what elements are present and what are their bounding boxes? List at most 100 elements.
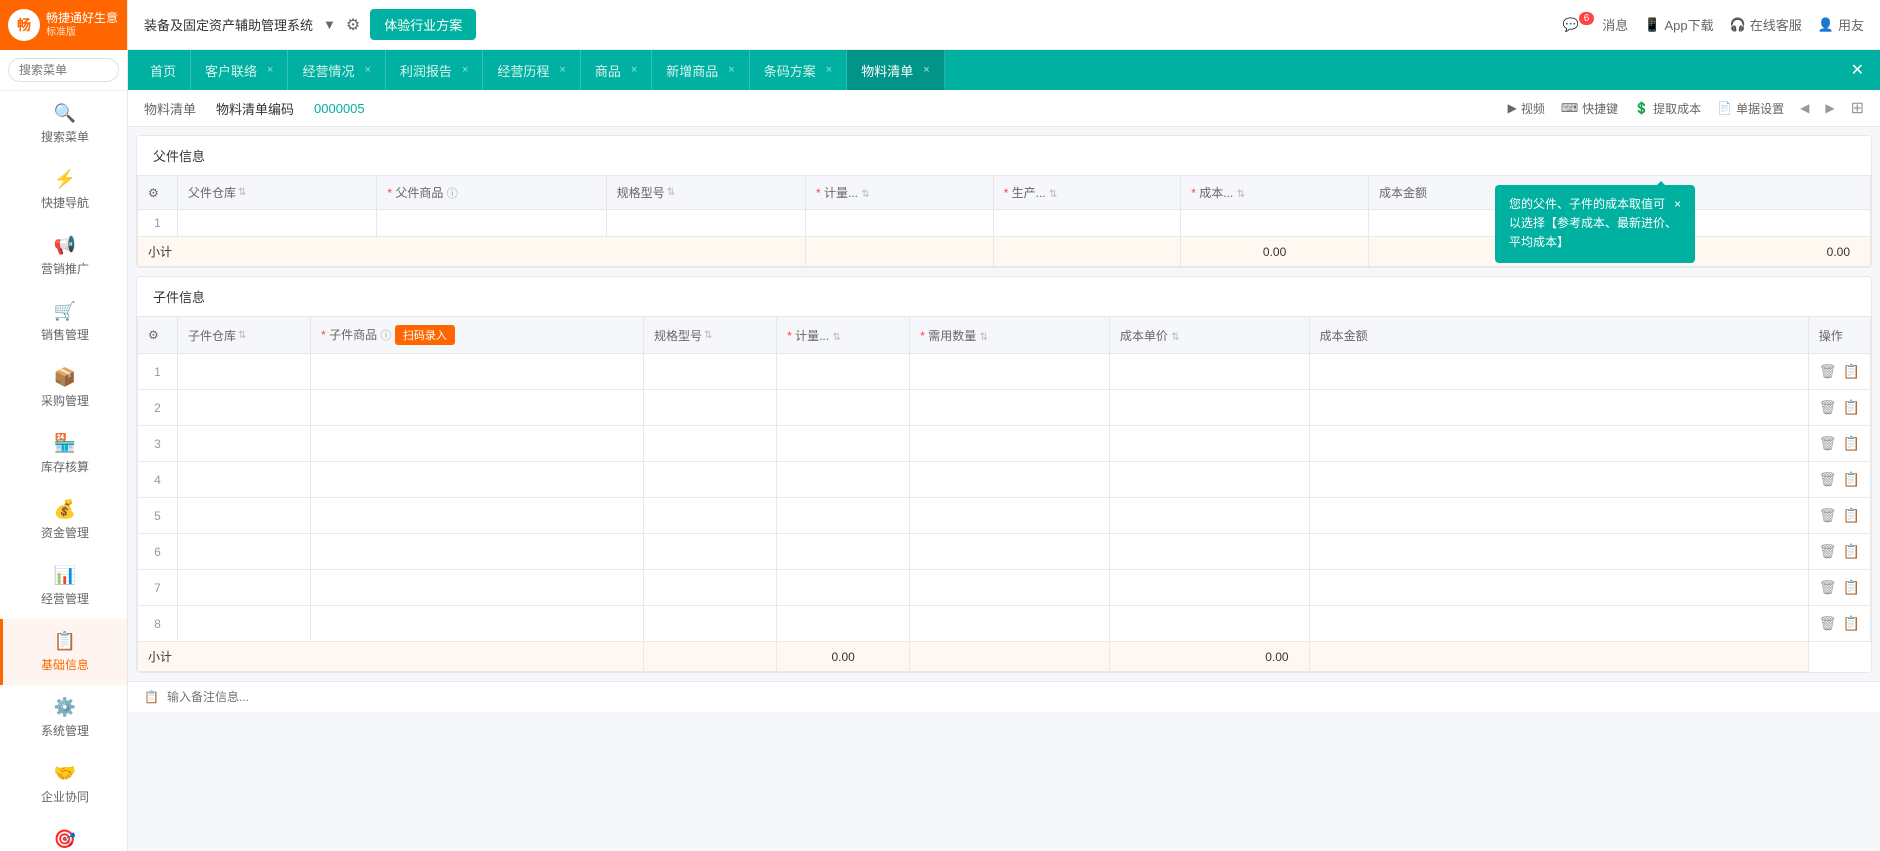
tab-profit[interactable]: 利润报告 ×	[386, 50, 483, 90]
child-row-unit[interactable]	[777, 462, 910, 498]
child-row-unit[interactable]	[777, 426, 910, 462]
notes-input[interactable]	[167, 690, 1864, 704]
sidebar-item-finance[interactable]: 💰 资金管理	[0, 487, 127, 553]
extract-cost-button[interactable]: 💲 提取成本	[1634, 100, 1701, 117]
child-row-warehouse[interactable]	[178, 606, 311, 642]
child-row-warehouse[interactable]	[178, 354, 311, 390]
child-row-unit[interactable]	[777, 498, 910, 534]
tab-bom[interactable]: 物料清单 ×	[847, 50, 944, 90]
child-row-unit[interactable]	[777, 390, 910, 426]
child-row-unit-cost[interactable]	[1109, 606, 1309, 642]
tab-barcode[interactable]: 条码方案 ×	[750, 50, 847, 90]
copy-icon[interactable]: 📋	[1843, 579, 1860, 596]
parent-row-unit[interactable]	[805, 210, 993, 237]
tab-close-barcode[interactable]: ×	[826, 64, 832, 76]
child-row-unit[interactable]	[777, 570, 910, 606]
tab-close-customers[interactable]: ×	[267, 64, 273, 76]
dropdown-icon[interactable]: ▼	[323, 17, 336, 32]
child-row-amount[interactable]	[1309, 462, 1808, 498]
message-button[interactable]: 💬 6 消息	[1563, 15, 1629, 34]
child-row-unit-cost[interactable]	[1109, 354, 1309, 390]
child-row-spec[interactable]	[643, 498, 776, 534]
child-row-qty[interactable]	[910, 498, 1110, 534]
child-row-amount[interactable]	[1309, 390, 1808, 426]
app-download-button[interactable]: 📱 App下载	[1644, 15, 1713, 34]
child-row-amount[interactable]	[1309, 606, 1808, 642]
child-row-spec[interactable]	[643, 462, 776, 498]
child-row-product[interactable]	[311, 570, 644, 606]
child-row-unit[interactable]	[777, 354, 910, 390]
tab-close-new-products[interactable]: ×	[728, 64, 734, 76]
child-row-warehouse[interactable]	[178, 498, 311, 534]
tab-close-history[interactable]: ×	[559, 64, 565, 76]
copy-icon[interactable]: 📋	[1843, 435, 1860, 452]
child-row-warehouse[interactable]	[178, 426, 311, 462]
child-row-qty[interactable]	[910, 426, 1110, 462]
child-row-qty[interactable]	[910, 570, 1110, 606]
child-row-product[interactable]	[311, 354, 644, 390]
child-row-product[interactable]	[311, 390, 644, 426]
child-table-settings-col[interactable]: ⚙	[138, 317, 178, 354]
child-row-qty[interactable]	[910, 534, 1110, 570]
sidebar-item-purchase[interactable]: 📦 采购管理	[0, 355, 127, 421]
sidebar-item-marketing[interactable]: 📢 营销推广	[0, 223, 127, 289]
child-row-amount[interactable]	[1309, 570, 1808, 606]
parent-table-settings-col[interactable]: ⚙	[138, 176, 178, 210]
video-button[interactable]: ▶ 视频	[1508, 100, 1545, 117]
parent-row-production[interactable]	[993, 210, 1181, 237]
child-row-amount[interactable]	[1309, 426, 1808, 462]
tab-products[interactable]: 商品 ×	[581, 50, 652, 90]
tab-close-bom[interactable]: ×	[923, 64, 929, 76]
copy-icon[interactable]: 📋	[1843, 543, 1860, 560]
child-row-unit-cost[interactable]	[1109, 462, 1309, 498]
delete-icon[interactable]: 🗑	[1819, 471, 1837, 488]
child-row-unit[interactable]	[777, 606, 910, 642]
child-row-unit-cost[interactable]	[1109, 390, 1309, 426]
parent-row-warehouse[interactable]	[178, 210, 377, 237]
parent-row-cost[interactable]	[1181, 210, 1369, 237]
child-row-spec[interactable]	[643, 534, 776, 570]
child-row-unit-cost[interactable]	[1109, 498, 1309, 534]
tab-new-products[interactable]: 新增商品 ×	[652, 50, 749, 90]
tab-operations[interactable]: 经营情况 ×	[288, 50, 385, 90]
sidebar-item-search[interactable]: 🔍 搜索菜单	[0, 91, 127, 157]
child-row-product[interactable]	[311, 534, 644, 570]
sidebar-item-sales[interactable]: 🛒 销售管理	[0, 289, 127, 355]
child-row-spec[interactable]	[643, 426, 776, 462]
sidebar-item-enterprise[interactable]: 🤝 企业协同	[0, 751, 127, 817]
child-row-spec[interactable]	[643, 390, 776, 426]
sidebar-item-guide[interactable]: 🎯 新手引导	[0, 817, 127, 851]
child-row-unit-cost[interactable]	[1109, 534, 1309, 570]
delete-icon[interactable]: 🗑	[1819, 507, 1837, 524]
child-row-spec[interactable]	[643, 354, 776, 390]
tab-home[interactable]: 首页	[136, 50, 191, 90]
sidebar-item-basic-info[interactable]: 📋 基础信息	[0, 619, 127, 685]
child-row-warehouse[interactable]	[178, 390, 311, 426]
search-input[interactable]	[8, 58, 119, 82]
child-row-qty[interactable]	[910, 462, 1110, 498]
grid-view-icon[interactable]: ⊞	[1851, 98, 1864, 118]
copy-icon[interactable]: 📋	[1843, 507, 1860, 524]
child-row-warehouse[interactable]	[178, 462, 311, 498]
delete-icon[interactable]: 🗑	[1819, 615, 1837, 632]
copy-icon[interactable]: 📋	[1843, 363, 1860, 380]
child-row-spec[interactable]	[643, 606, 776, 642]
child-row-product[interactable]	[311, 462, 644, 498]
child-row-product[interactable]	[311, 606, 644, 642]
child-row-amount[interactable]	[1309, 534, 1808, 570]
sidebar-item-inventory[interactable]: 🏪 库存核算	[0, 421, 127, 487]
delete-icon[interactable]: 🗑	[1819, 363, 1837, 380]
tab-close-profit[interactable]: ×	[462, 64, 468, 76]
single-settings-button[interactable]: 📄 单据设置	[1717, 100, 1784, 117]
tab-customers[interactable]: 客户联络 ×	[191, 50, 288, 90]
parent-row-product[interactable]	[377, 210, 606, 237]
tab-close-operations[interactable]: ×	[364, 64, 370, 76]
copy-icon[interactable]: 📋	[1843, 615, 1860, 632]
child-row-unit[interactable]	[777, 534, 910, 570]
sidebar-item-quick-nav[interactable]: ⚡ 快捷导航	[0, 157, 127, 223]
close-all-tabs-button[interactable]: ✕	[1843, 60, 1872, 80]
delete-icon[interactable]: 🗑	[1819, 435, 1837, 452]
delete-icon[interactable]: 🗑	[1819, 399, 1837, 416]
parent-row-spec[interactable]	[606, 210, 805, 237]
breadcrumb-bom-list[interactable]: 物料清单	[144, 99, 196, 118]
